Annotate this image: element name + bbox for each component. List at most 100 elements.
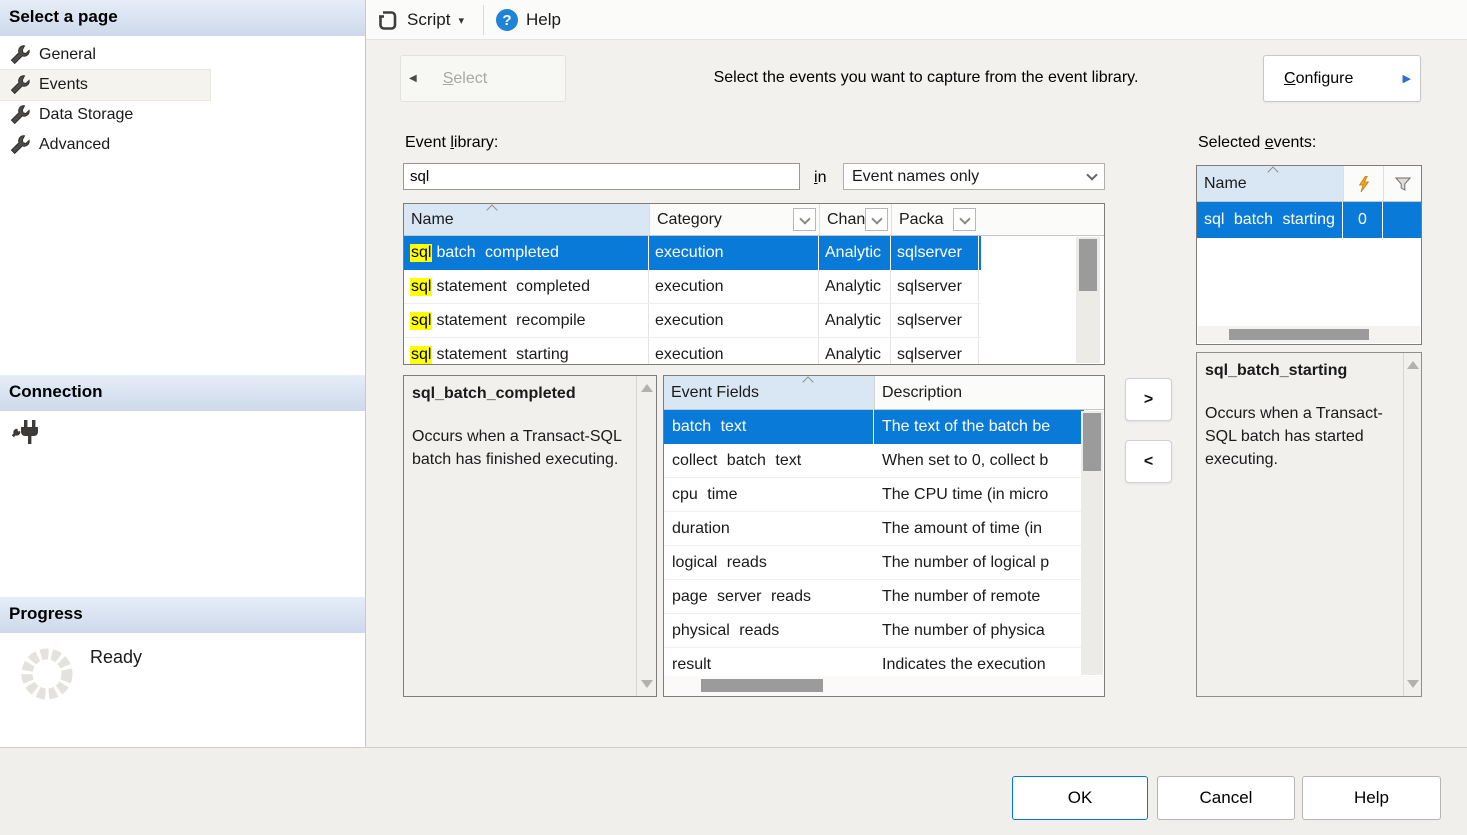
event-fields-horizontal-scrollbar[interactable] <box>664 676 1104 696</box>
sidebar-item-advanced[interactable]: Advanced <box>0 130 365 160</box>
help-label: Help <box>526 10 561 30</box>
select-tab-button[interactable]: ◀ Select <box>400 55 566 102</box>
connection-header: Connection <box>0 375 365 411</box>
selected-event-row[interactable]: sql batch starting 0 <box>1197 202 1421 238</box>
search-scope-dropdown[interactable]: Event names only <box>843 163 1105 190</box>
channel-filter-button[interactable] <box>865 208 888 231</box>
select-tab-label: Select <box>443 70 487 88</box>
event-field-row[interactable]: result Indicates the execution <box>664 648 1084 676</box>
column-header-filter[interactable] <box>1383 166 1421 201</box>
wrench-icon <box>9 44 31 66</box>
event-fields-vertical-scrollbar[interactable] <box>1081 411 1103 675</box>
configure-tab-label: Configure <box>1284 70 1353 88</box>
column-header-event-filter-count[interactable] <box>1343 166 1383 201</box>
event-field-row[interactable]: logical reads The number of logical p <box>664 546 1084 580</box>
toolbar-separator <box>483 5 484 35</box>
sidebar-item-events[interactable]: Events <box>0 70 210 100</box>
events-page-content: ◀ Select Select the events you want to c… <box>366 40 1467 747</box>
help-button[interactable]: Help <box>1302 776 1441 820</box>
scroll-up-icon[interactable] <box>1407 361 1419 369</box>
wrench-icon <box>9 104 31 126</box>
column-header-name[interactable]: Name <box>404 204 649 235</box>
select-a-page-header: Select a page <box>0 0 365 36</box>
description-scrollbar[interactable] <box>1403 353 1421 696</box>
script-button[interactable]: Script ▾ <box>368 0 472 40</box>
column-header-event-fields[interactable]: Event Fields <box>664 376 874 409</box>
scrollbar-thumb[interactable] <box>701 679 823 692</box>
configure-tab-button[interactable]: Configure ▶ <box>1263 55 1421 102</box>
help-toolbar-button[interactable]: ? Help <box>488 0 569 40</box>
event-library-label: Event library: <box>405 134 498 152</box>
column-header-name[interactable]: Name <box>1197 166 1343 201</box>
scroll-up-icon[interactable] <box>641 384 653 392</box>
event-library-vertical-scrollbar[interactable] <box>1076 237 1100 363</box>
event-fields-table: Event Fields Description batch text The … <box>663 375 1105 697</box>
wrench-icon <box>9 74 31 96</box>
event-field-row[interactable]: duration The amount of time (in <box>664 512 1084 546</box>
forward-arrow-icon: ▶ <box>1403 72 1411 85</box>
wrench-icon <box>9 134 31 156</box>
event-field-row[interactable]: physical reads The number of physica <box>664 614 1084 648</box>
progress-header: Progress <box>0 597 365 633</box>
toolbar: Script ▾ ? Help <box>366 0 1467 40</box>
sidebar: Select a page General Events Data Storag… <box>0 0 366 747</box>
progress-status: Ready <box>90 647 142 668</box>
event-field-row[interactable]: collect batch text When set to 0, collec… <box>664 444 1084 478</box>
sidebar-item-label: Events <box>39 76 88 94</box>
event-description-body: Occurs when a Transact-SQL batch has fin… <box>412 425 630 471</box>
event-search-input[interactable] <box>403 163 800 190</box>
in-label: in <box>814 169 826 187</box>
event-field-row[interactable]: batch text The text of the batch be <box>664 410 1084 444</box>
event-field-row[interactable]: cpu time The CPU time (in micro <box>664 478 1084 512</box>
column-header-category[interactable]: Category <box>649 204 819 235</box>
sidebar-item-label: Advanced <box>39 136 110 154</box>
sidebar-item-general[interactable]: General <box>0 40 365 70</box>
selected-event-description-title: sql_batch_starting <box>1205 362 1397 380</box>
sort-ascending-icon <box>486 204 497 215</box>
search-scope-value: Event names only <box>852 168 979 186</box>
sidebar-item-label: Data Storage <box>39 106 133 124</box>
selected-event-description-body: Occurs when a Transact-SQL batch has sta… <box>1205 402 1397 472</box>
description-scrollbar[interactable] <box>636 376 656 696</box>
filter-funnel-icon <box>1395 177 1411 191</box>
cancel-button[interactable]: Cancel <box>1157 776 1295 820</box>
remove-event-button[interactable]: < <box>1125 440 1172 483</box>
back-arrow-icon: ◀ <box>409 73 417 84</box>
scrollbar-thumb[interactable] <box>1079 239 1097 291</box>
column-header-description[interactable]: Description <box>874 376 1104 409</box>
page-instruction: Select the events you want to capture fr… <box>616 69 1236 87</box>
column-header-channel[interactable]: Chan <box>819 204 891 235</box>
event-row[interactable]: sqlstatement recompile execution Analyti… <box>404 304 981 338</box>
scroll-down-icon[interactable] <box>641 680 653 688</box>
event-library-table: Name Category Chan Packa sqlbatch comple… <box>403 203 1105 365</box>
package-filter-button[interactable] <box>953 208 976 231</box>
scrollbar-thumb[interactable] <box>1083 413 1101 471</box>
script-label: Script <box>407 10 450 30</box>
selected-events-label: Selected events: <box>1198 134 1316 152</box>
sort-ascending-icon <box>802 376 813 387</box>
sort-ascending-icon <box>1267 166 1278 177</box>
script-icon <box>376 9 399 32</box>
selected-event-description-panel: sql_batch_starting Occurs when a Transac… <box>1196 352 1422 697</box>
event-row[interactable]: sqlstatement completed execution Analyti… <box>404 270 981 304</box>
event-description-title: sql_batch_completed <box>412 385 630 403</box>
column-header-package[interactable]: Packa <box>891 204 979 235</box>
scroll-down-icon[interactable] <box>1407 680 1419 688</box>
progress-spinner-icon <box>18 645 76 703</box>
help-icon: ? <box>496 9 518 31</box>
event-row[interactable]: sqlbatch completed execution Analytic sq… <box>404 236 981 270</box>
chevron-down-icon <box>1086 169 1097 180</box>
sidebar-item-label: General <box>39 46 96 64</box>
sidebar-item-data-storage[interactable]: Data Storage <box>0 100 365 130</box>
script-dropdown-caret-icon[interactable]: ▾ <box>458 14 464 27</box>
connection-plug-icon <box>11 420 41 446</box>
ok-button[interactable]: OK <box>1012 776 1148 820</box>
event-row[interactable]: sqlstatement starting execution Analytic… <box>404 338 981 365</box>
lightning-icon <box>1358 176 1370 192</box>
scrollbar-thumb[interactable] <box>1229 329 1369 340</box>
selected-events-table: Name sql batch starting 0 <box>1196 165 1422 345</box>
event-field-row[interactable]: page server reads The number of remote <box>664 580 1084 614</box>
add-event-button[interactable]: > <box>1125 378 1172 421</box>
selected-events-horizontal-scrollbar[interactable] <box>1198 326 1420 343</box>
category-filter-button[interactable] <box>793 208 816 231</box>
